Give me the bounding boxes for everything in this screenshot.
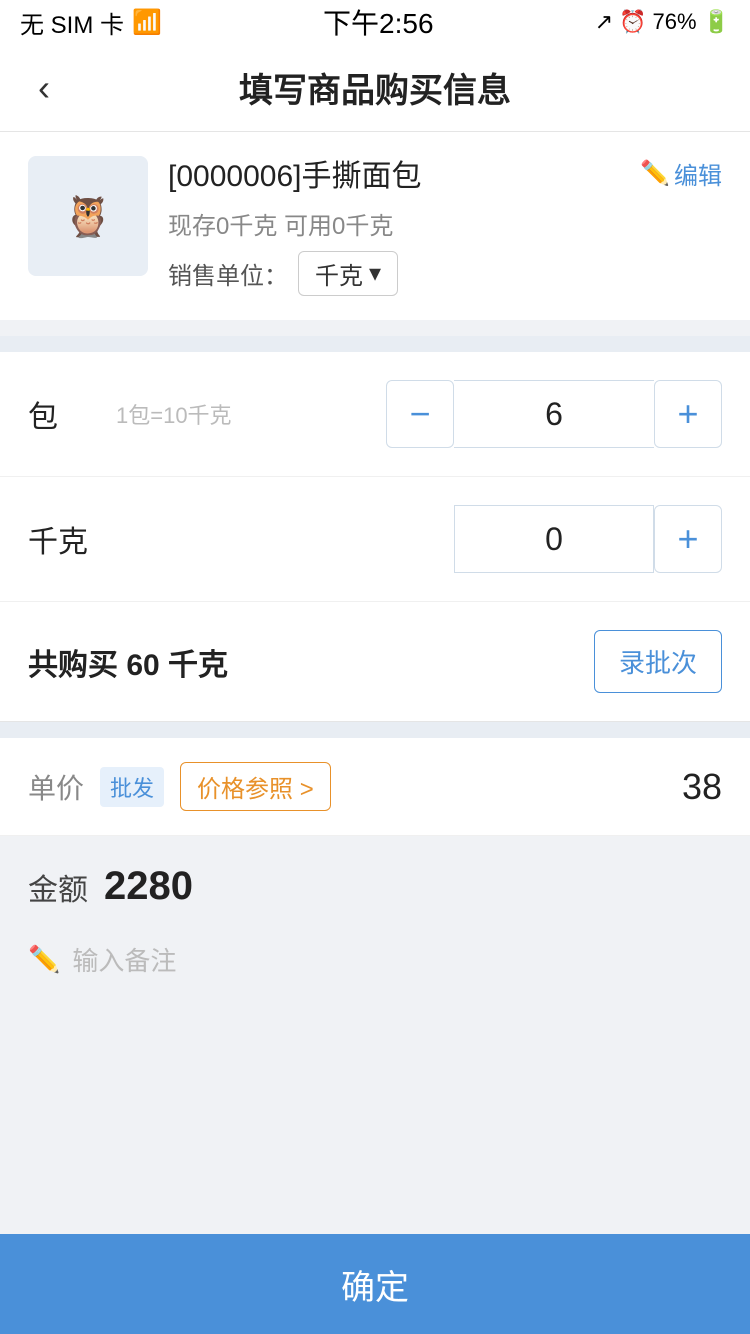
price-ref-button[interactable]: 价格参照 > — [180, 762, 331, 811]
quantity-hint-bag: 1包=10千克 — [116, 398, 386, 430]
status-right: ↗ ⏰ 76% 🔋 — [595, 9, 730, 35]
increment-kg-button[interactable]: + — [654, 505, 722, 573]
confirm-button-label: 确定 — [341, 1260, 409, 1309]
product-stock: 现存0千克 可用0千克 — [168, 206, 722, 241]
note-row[interactable]: ✏️ 输入备注 — [28, 925, 722, 994]
back-button[interactable]: ‹ — [28, 57, 60, 119]
summary-row: 共购买 60 千克 录批次 — [0, 602, 750, 722]
price-value: 38 — [682, 766, 722, 808]
amount-label: 金额 — [28, 865, 88, 909]
battery-icon: 🔋 — [703, 9, 730, 35]
carrier-text: 无 SIM 卡 — [20, 5, 124, 40]
status-time: 下午2:56 — [323, 2, 434, 42]
unit-select[interactable]: 千克 ▾ — [298, 251, 398, 296]
summary-text: 共购买 60 千克 — [28, 640, 228, 684]
batch-button[interactable]: 录批次 — [594, 630, 722, 693]
product-section: 🦉 [0000006]手撕面包 现存0千克 可用0千克 销售单位： 千克 ▾ ✏… — [0, 132, 750, 320]
wifi-icon: 📶 — [132, 8, 162, 37]
nav-bar: ‹ 填写商品购买信息 — [0, 44, 750, 132]
product-thumbnail: 🦉 — [28, 156, 148, 276]
price-ref-label: 价格参照 > — [197, 769, 314, 804]
location-icon: ↗ — [595, 9, 613, 35]
product-info: [0000006]手撕面包 现存0千克 可用0千克 销售单位： 千克 ▾ — [168, 156, 722, 296]
edit-label: 编辑 — [674, 156, 722, 191]
status-left: 无 SIM 卡 📶 — [20, 5, 162, 40]
note-placeholder: 输入备注 — [72, 941, 176, 978]
note-icon: ✏️ — [28, 944, 60, 975]
quantity-section: 包 1包=10千克 − + 千克 + — [0, 352, 750, 602]
increment-bag-button[interactable]: + — [654, 380, 722, 448]
summary-prefix: 共购买 — [28, 649, 126, 682]
product-unit-row: 销售单位： 千克 ▾ — [168, 251, 722, 296]
product-name: [0000006]手撕面包 — [168, 156, 722, 198]
amount-row: 金额 2280 — [28, 864, 722, 909]
price-label: 单价 — [28, 767, 84, 807]
edit-icon: ✏️ — [640, 159, 670, 188]
product-thumb-icon: 🦉 — [63, 193, 113, 240]
status-bar: 无 SIM 卡 📶 下午2:56 ↗ ⏰ 76% 🔋 — [0, 0, 750, 44]
section-divider-1 — [0, 336, 750, 352]
unit-label: 销售单位： — [168, 256, 288, 291]
battery-text: 76% — [653, 9, 697, 35]
quantity-controls-kg: + — [454, 505, 722, 573]
quantity-label-bag: 包 — [28, 392, 108, 436]
price-section: 单价 批发 价格参照 > 38 — [0, 738, 750, 836]
edit-button[interactable]: ✏️ 编辑 — [640, 156, 722, 191]
unit-value: 千克 — [315, 256, 363, 291]
confirm-button[interactable]: 确定 — [0, 1234, 750, 1334]
quantity-row-kg: 千克 + — [0, 477, 750, 602]
decrement-bag-button[interactable]: − — [386, 380, 454, 448]
amount-section: 金额 2280 ✏️ 输入备注 — [0, 836, 750, 994]
section-divider-2 — [0, 722, 750, 738]
quantity-kg-input[interactable] — [454, 505, 654, 573]
unit-dropdown-icon: ▾ — [369, 259, 381, 288]
nav-title: 填写商品购买信息 — [239, 63, 511, 112]
quantity-row-bag: 包 1包=10千克 − + — [0, 352, 750, 477]
amount-value: 2280 — [104, 864, 193, 909]
price-type-badge: 批发 — [100, 767, 164, 807]
quantity-label-kg: 千克 — [28, 517, 108, 561]
summary-unit: 千克 — [160, 649, 228, 682]
quantity-controls-bag: − + — [386, 380, 722, 448]
summary-amount: 60 — [126, 649, 159, 682]
alarm-icon: ⏰ — [619, 9, 646, 35]
quantity-bag-input[interactable] — [454, 380, 654, 448]
